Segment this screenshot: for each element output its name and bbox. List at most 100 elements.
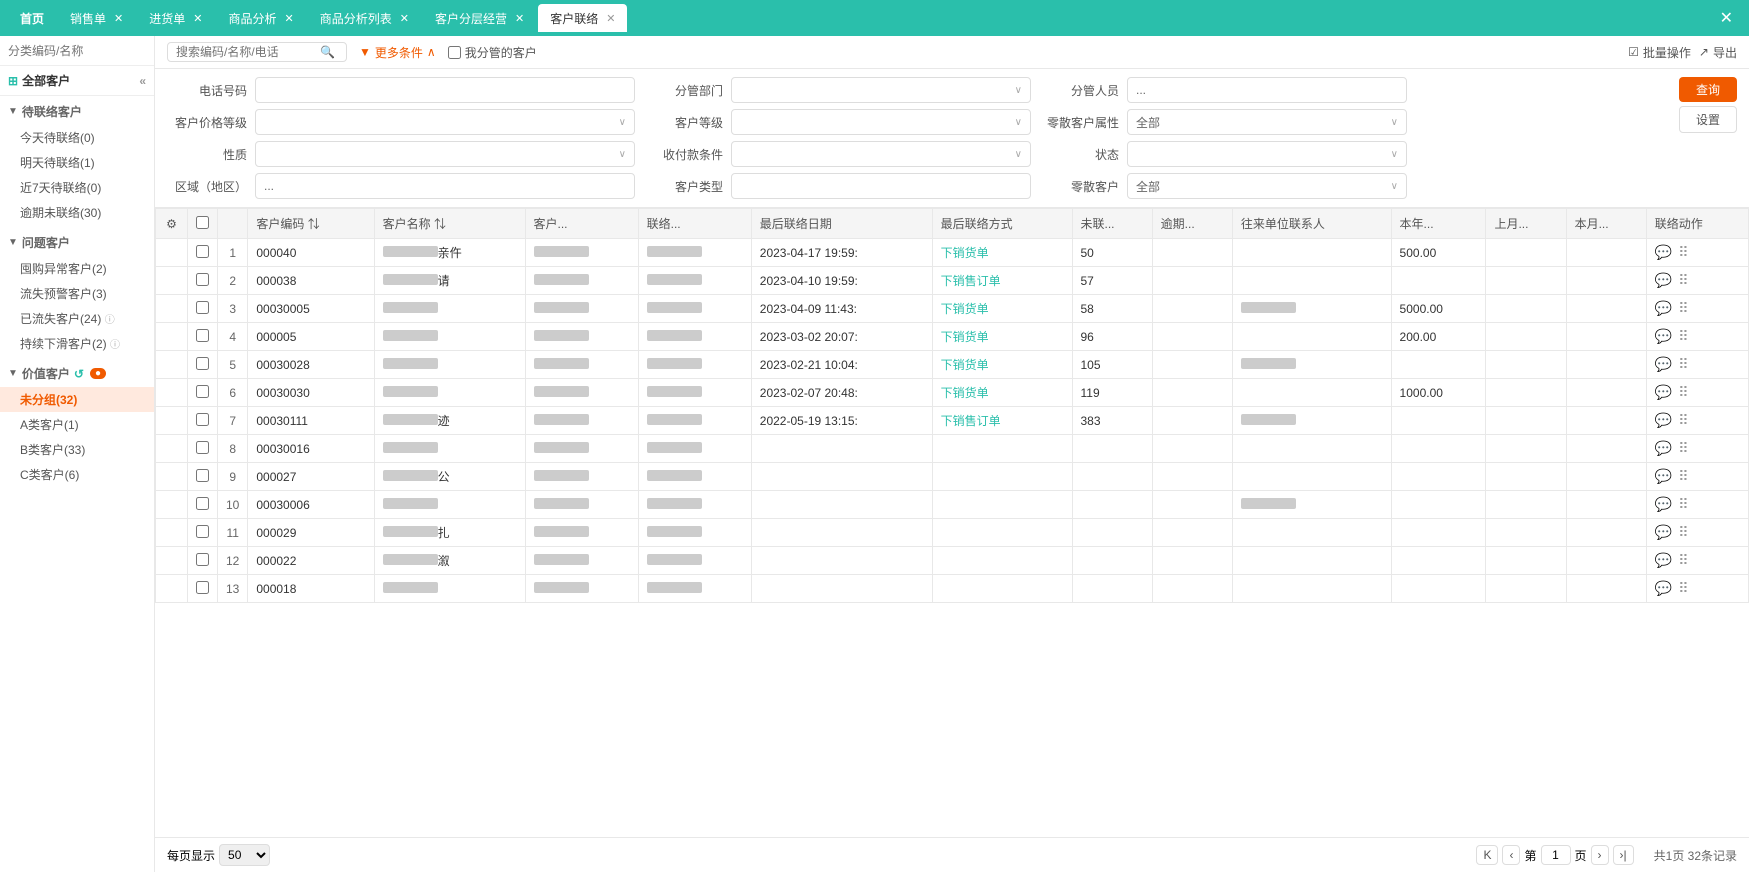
sidebar-item-declining[interactable]: 持续下滑客户(2) ⓘ [0, 331, 154, 356]
row-checkbox-col[interactable] [188, 407, 218, 435]
sidebar-item-ungroup[interactable]: 未分组(32) [0, 387, 154, 412]
row-last-way[interactable]: 下销售订单 [932, 267, 1072, 295]
row-checkbox[interactable] [196, 553, 209, 566]
filter-input-level[interactable]: ∨ [731, 109, 1031, 135]
row-checkbox[interactable] [196, 245, 209, 258]
filter-input-dept[interactable]: ∨ [731, 77, 1031, 103]
row-last-way[interactable]: 下销货单 [932, 323, 1072, 351]
tab-home[interactable]: 首页 [8, 10, 56, 27]
th-last-way[interactable]: 最后联络方式 [932, 209, 1072, 239]
contact-action-icon[interactable]: 💬 [1655, 356, 1672, 373]
contact-action-icon[interactable]: 💬 [1655, 468, 1672, 485]
first-page-btn[interactable]: K [1476, 845, 1498, 865]
row-checkbox-col[interactable] [188, 575, 218, 603]
sidebar-item-tomorrow[interactable]: 明天待联络(1) [0, 150, 154, 175]
contact-way-link[interactable]: 下销售订单 [941, 414, 1001, 428]
row-checkbox-col[interactable] [188, 323, 218, 351]
sidebar-item-churned[interactable]: 已流失客户(24) ⓘ [0, 306, 154, 331]
row-checkbox-col[interactable] [188, 267, 218, 295]
reset-button[interactable]: 设置 [1679, 106, 1737, 133]
row-last-way[interactable]: 下销货单 [932, 351, 1072, 379]
row-checkbox[interactable] [196, 329, 209, 342]
more-action-icon[interactable]: ⠿ [1678, 496, 1688, 513]
row-checkbox-col[interactable] [188, 491, 218, 519]
row-last-way[interactable]: 下销货单 [932, 239, 1072, 267]
row-last-way[interactable] [932, 575, 1072, 603]
contact-way-link[interactable]: 下销售订单 [941, 274, 1001, 288]
row-checkbox[interactable] [196, 301, 209, 314]
sidebar-item-today[interactable]: 今天待联络(0) [0, 125, 154, 150]
more-action-icon[interactable]: ⠿ [1678, 244, 1688, 261]
more-action-icon[interactable]: ⠿ [1678, 356, 1688, 373]
sidebar-item-overdue[interactable]: 逾期未联络(30) [0, 200, 154, 225]
sidebar-collapse-btn[interactable]: « [139, 74, 146, 88]
row-checkbox[interactable] [196, 525, 209, 538]
contact-action-icon[interactable]: 💬 [1655, 272, 1672, 289]
th-this-month[interactable]: 本月... [1566, 209, 1646, 239]
sidebar-item-c-class[interactable]: C类客户(6) [0, 462, 154, 487]
my-customer-checkbox[interactable] [448, 46, 461, 59]
filter-input-manager[interactable]: ... [1127, 77, 1407, 103]
filter-input-phone[interactable] [255, 77, 635, 103]
sidebar-section-pending-title[interactable]: ▼ 待联络客户 [0, 98, 154, 125]
sidebar-item-hoarding[interactable]: 囤购异常客户(2) [0, 256, 154, 281]
contact-action-icon[interactable]: 💬 [1655, 524, 1672, 541]
tab-customer-segment[interactable]: 客户分层经营 ✕ [423, 4, 536, 32]
row-checkbox-col[interactable] [188, 463, 218, 491]
contact-action-icon[interactable]: 💬 [1655, 496, 1672, 513]
row-checkbox-col[interactable] [188, 295, 218, 323]
sidebar-section-value-title[interactable]: ▼ 价值客户 ↺ ● [0, 360, 154, 387]
search-input[interactable] [176, 45, 316, 59]
row-checkbox[interactable] [196, 357, 209, 370]
contact-action-icon[interactable]: 💬 [1655, 244, 1672, 261]
contact-action-icon[interactable]: 💬 [1655, 440, 1672, 457]
last-page-btn[interactable]: ›| [1613, 845, 1634, 865]
sidebar-search-input[interactable] [8, 44, 155, 58]
row-checkbox-col[interactable] [188, 351, 218, 379]
more-action-icon[interactable]: ⠿ [1678, 300, 1688, 317]
contact-way-link[interactable]: 下销货单 [941, 386, 989, 400]
page-size-select[interactable]: 50 100 200 [219, 844, 270, 866]
th-unit-contact[interactable]: 往来单位联系人 [1232, 209, 1391, 239]
row-checkbox[interactable] [196, 385, 209, 398]
contact-way-link[interactable]: 下销货单 [941, 330, 989, 344]
th-overdue[interactable]: 逾期... [1152, 209, 1232, 239]
contact-action-icon[interactable]: 💬 [1655, 412, 1672, 429]
row-checkbox[interactable] [196, 413, 209, 426]
filter-input-price-level[interactable]: ∨ [255, 109, 635, 135]
more-action-icon[interactable]: ⠿ [1678, 580, 1688, 597]
prev-page-btn[interactable]: ‹ [1502, 845, 1520, 865]
sidebar-all-customers[interactable]: ⊞ 全部客户 « [0, 66, 154, 96]
tab-customer-contact-close[interactable]: ✕ [606, 12, 615, 25]
row-last-way[interactable]: 下销售订单 [932, 407, 1072, 435]
more-action-icon[interactable]: ⠿ [1678, 328, 1688, 345]
contact-action-icon[interactable]: 💬 [1655, 300, 1672, 317]
contact-way-link[interactable]: 下销货单 [941, 358, 989, 372]
filter-input-region[interactable]: ... [255, 173, 635, 199]
tab-product-list[interactable]: 商品分析列表 ✕ [308, 4, 421, 32]
th-this-year[interactable]: 本年... [1391, 209, 1486, 239]
th-settings[interactable]: ⚙ [156, 209, 188, 239]
row-last-way[interactable] [932, 463, 1072, 491]
th-type[interactable]: 客户... [525, 209, 638, 239]
row-checkbox[interactable] [196, 469, 209, 482]
row-checkbox-col[interactable] [188, 519, 218, 547]
row-checkbox-col[interactable] [188, 435, 218, 463]
more-action-icon[interactable]: ⠿ [1678, 384, 1688, 401]
th-code[interactable]: 客户编码 ⇅ [248, 209, 374, 239]
select-all-checkbox[interactable] [196, 216, 209, 229]
filter-input-sparse[interactable]: 全部∨ [1127, 173, 1407, 199]
filter-input-type[interactable] [731, 173, 1031, 199]
row-checkbox[interactable] [196, 273, 209, 286]
contact-action-icon[interactable]: 💬 [1655, 580, 1672, 597]
row-checkbox[interactable] [196, 581, 209, 594]
tab-customer-contact[interactable]: 客户联络 ✕ [538, 4, 627, 32]
th-checkbox[interactable] [188, 209, 218, 239]
th-name[interactable]: 客户名称 ⇅ [374, 209, 525, 239]
contact-action-icon[interactable]: 💬 [1655, 384, 1672, 401]
refresh-icon[interactable]: ↺ [74, 367, 84, 381]
row-last-way[interactable]: 下销货单 [932, 295, 1072, 323]
filter-btn[interactable]: ▼ 更多条件 ∧ [359, 44, 436, 61]
row-checkbox[interactable] [196, 441, 209, 454]
th-contact[interactable]: 联络... [638, 209, 751, 239]
